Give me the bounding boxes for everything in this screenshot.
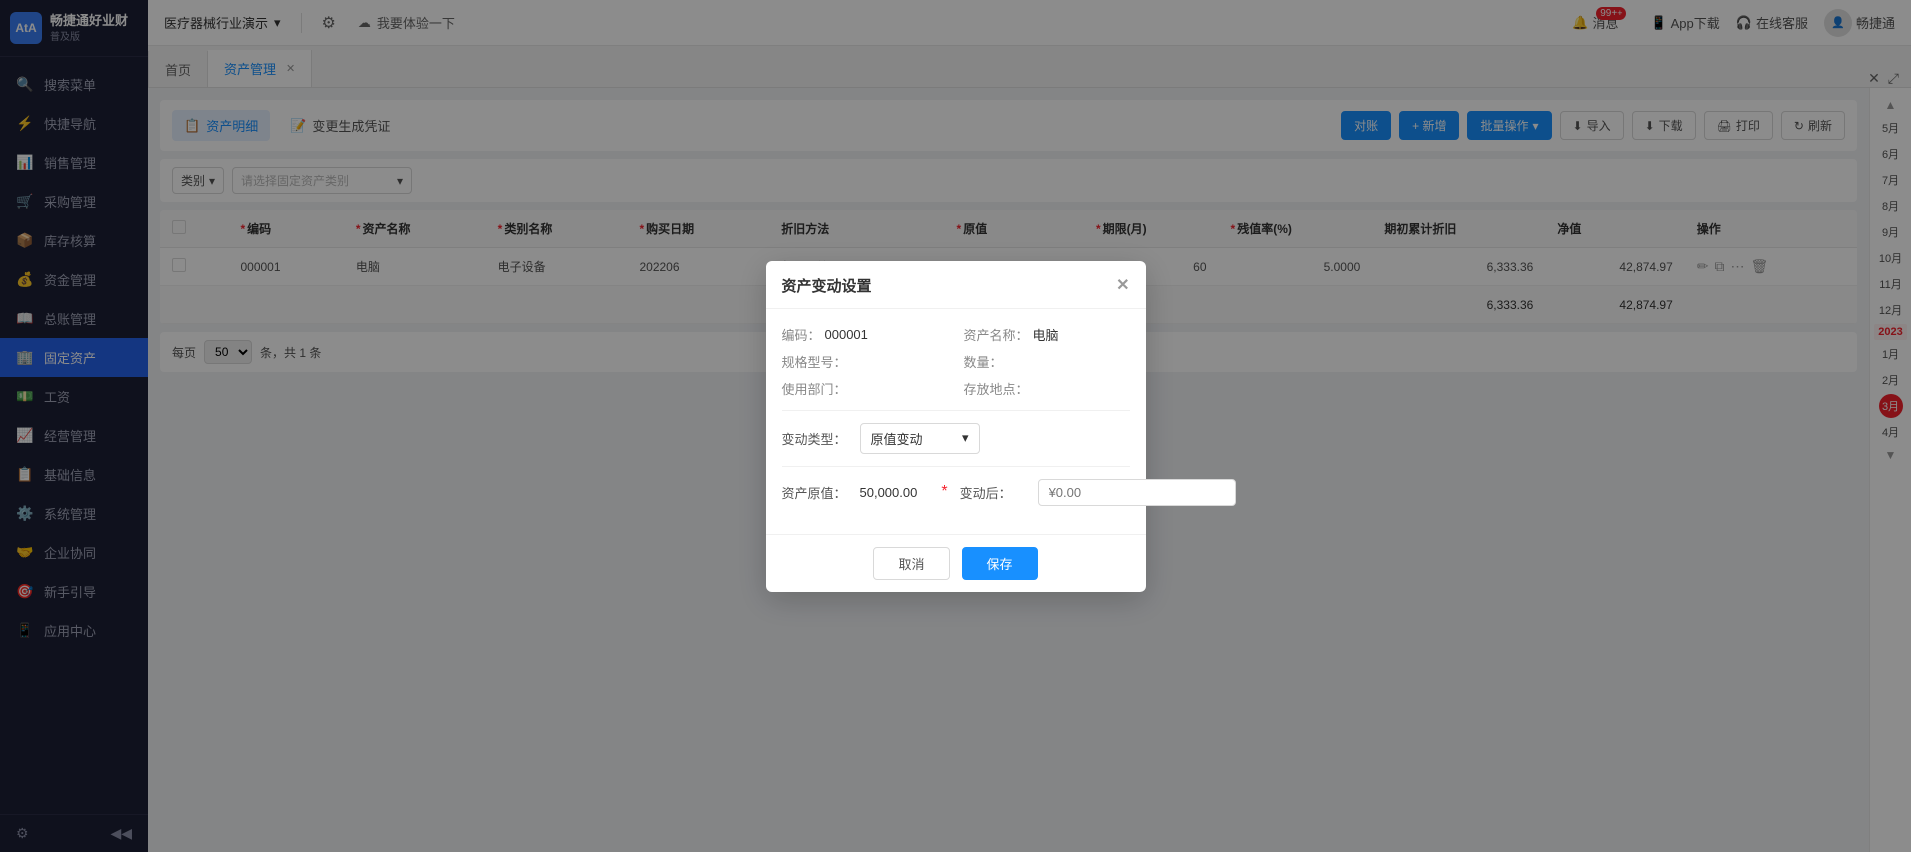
modal-after-change-label: 变动后： [960, 483, 1030, 502]
modal-asset-value-value: 50,000.00 [860, 485, 918, 500]
modal-asset-name-field: 资产名称： 电脑 [964, 325, 1130, 344]
modal-change-type-value: 原值变动 [871, 429, 923, 448]
modal-code-label: 编码： [782, 325, 821, 344]
modal-change-type-select[interactable]: 原值变动 ▾ [860, 423, 980, 454]
modal-body: 编码： 000001 资产名称： 电脑 规格型号： 数量： 使用部门： [766, 309, 1146, 534]
modal-code-field: 编码： 000001 [782, 325, 948, 344]
modal-close-icon[interactable]: ✕ [1116, 275, 1129, 295]
modal-asset-name-value: 电脑 [1033, 325, 1059, 344]
modal-location-field: 存放地点： [964, 379, 1130, 398]
modal-save-label: 保存 [987, 557, 1013, 572]
modal-cancel-button[interactable]: 取消 [873, 547, 949, 580]
modal-spec-label: 规格型号： [782, 352, 847, 371]
modal-dept-label: 使用部门： [782, 379, 847, 398]
modal-change-type-label: 变动类型： [782, 429, 852, 448]
modal-change-type-dropdown-icon: ▾ [962, 430, 969, 446]
modal-save-button[interactable]: 保存 [962, 547, 1038, 580]
modal-info-grid: 编码： 000001 资产名称： 电脑 规格型号： 数量： 使用部门： [782, 325, 1130, 398]
modal-quantity-label: 数量： [964, 352, 1003, 371]
asset-change-modal: 资产变动设置 ✕ 编码： 000001 资产名称： 电脑 规格型号： 数量： [766, 261, 1146, 592]
modal-dept-field: 使用部门： [782, 379, 948, 398]
modal-overlay: 资产变动设置 ✕ 编码： 000001 资产名称： 电脑 规格型号： 数量： [0, 0, 1911, 852]
modal-code-value: 000001 [825, 327, 868, 342]
modal-location-label: 存放地点： [964, 379, 1029, 398]
modal-footer: 取消 保存 [766, 534, 1146, 592]
modal-title: 资产变动设置 [782, 275, 872, 296]
modal-asset-value-label: 资产原值： [782, 483, 852, 502]
modal-spec-field: 规格型号： [782, 352, 948, 371]
required-star-after-change: * [941, 483, 947, 501]
modal-divider-1 [782, 410, 1130, 411]
modal-asset-name-label: 资产名称： [964, 325, 1029, 344]
modal-after-change-input[interactable] [1038, 479, 1236, 506]
modal-asset-value-row: 资产原值： 50,000.00 * 变动后： [782, 479, 1130, 506]
modal-divider-2 [782, 466, 1130, 467]
modal-header: 资产变动设置 ✕ [766, 261, 1146, 309]
modal-cancel-label: 取消 [898, 557, 924, 572]
modal-quantity-field: 数量： [964, 352, 1130, 371]
modal-change-type-row: 变动类型： 原值变动 ▾ [782, 423, 1130, 454]
